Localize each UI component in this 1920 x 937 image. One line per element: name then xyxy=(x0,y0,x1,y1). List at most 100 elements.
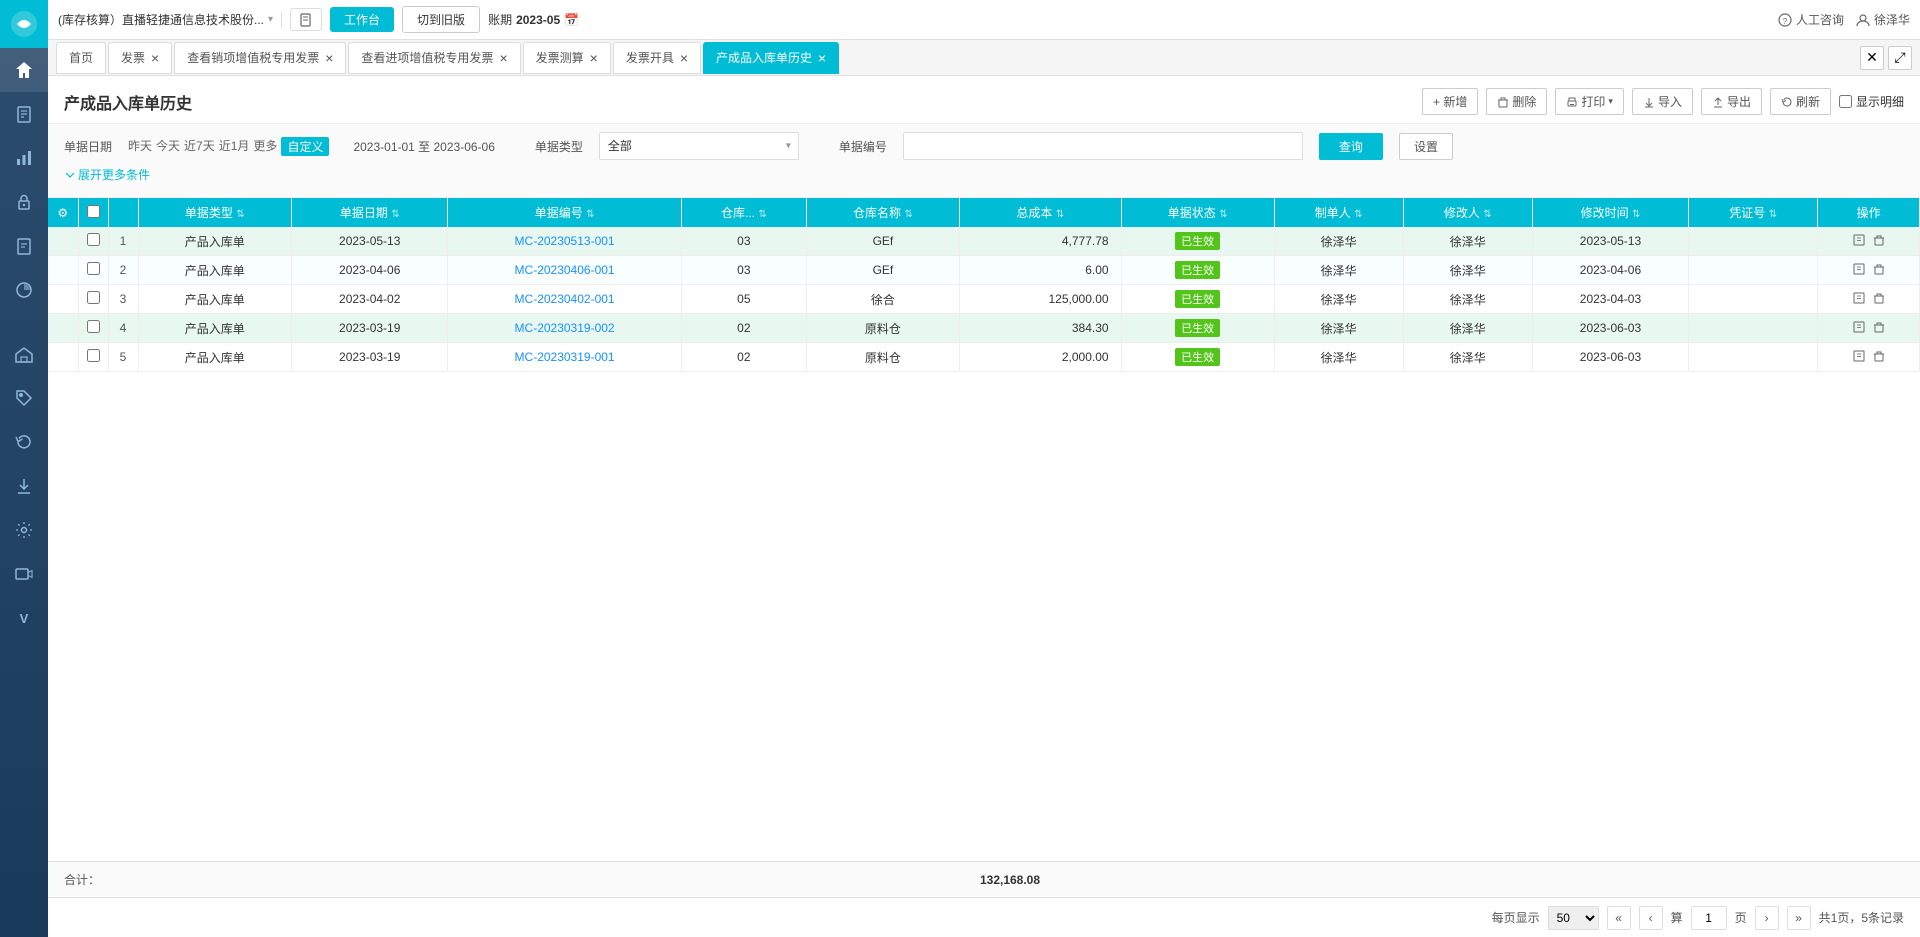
shortcut-7days[interactable]: 近7天 xyxy=(184,137,215,156)
workbench-button[interactable]: 工作台 xyxy=(330,7,394,32)
cell-number-3[interactable]: MC-20230319-002 xyxy=(448,314,681,343)
show-detail-checkbox[interactable] xyxy=(1839,95,1852,108)
calendar-icon[interactable]: 📅 xyxy=(564,13,579,27)
cell-number-2[interactable]: MC-20230402-001 xyxy=(448,285,681,314)
tab-invoice[interactable]: 发票 × xyxy=(108,42,172,74)
cell-number-1[interactable]: MC-20230406-001 xyxy=(448,256,681,285)
link-number-3[interactable]: MC-20230319-002 xyxy=(515,321,615,335)
print-button[interactable]: 打印 ▾ xyxy=(1555,88,1624,115)
row-edit-icon-2[interactable] xyxy=(1852,291,1866,308)
row-checkbox-1[interactable] xyxy=(87,262,100,275)
show-detail-checkbox-label[interactable]: 显示明细 xyxy=(1839,93,1904,110)
app-logo[interactable] xyxy=(0,0,48,48)
col-settings[interactable]: ⚙ xyxy=(48,198,78,227)
row-delete-icon-3[interactable] xyxy=(1872,320,1886,337)
new-button[interactable]: + 新增 xyxy=(1422,88,1478,115)
document-icon-btn[interactable] xyxy=(290,8,322,31)
sidebar-item-analytics[interactable] xyxy=(0,136,48,180)
tab-invoice-close[interactable]: × xyxy=(151,51,159,65)
link-number-0[interactable]: MC-20230513-001 xyxy=(515,234,615,248)
page-first-button[interactable]: « xyxy=(1607,906,1631,930)
shortcut-custom[interactable]: 自定义 xyxy=(281,137,329,156)
cell-checkbox-0[interactable] xyxy=(78,227,108,256)
sidebar-item-chart[interactable] xyxy=(0,268,48,312)
sidebar-item-home[interactable] xyxy=(0,48,48,92)
tab-invoice-calc[interactable]: 发票测算 × xyxy=(523,42,611,74)
shortcut-1month[interactable]: 近1月 xyxy=(219,137,250,156)
col-voucher[interactable]: 凭证号 ⇅ xyxy=(1689,198,1818,227)
sidebar-item-video[interactable] xyxy=(0,552,48,596)
sidebar-item-warehouse[interactable] xyxy=(0,332,48,376)
tab-invoice-open-close[interactable]: × xyxy=(680,51,688,65)
cell-checkbox-4[interactable] xyxy=(78,343,108,372)
tab-close-all-button[interactable]: ✕ xyxy=(1860,46,1884,70)
row-delete-icon-4[interactable] xyxy=(1872,349,1886,366)
tab-product-inbound-history[interactable]: 产成品入库单历史 × xyxy=(703,42,839,74)
col-total-cost[interactable]: 总成本 ⇅ xyxy=(959,198,1121,227)
num-filter-input[interactable] xyxy=(903,132,1303,160)
row-edit-icon-1[interactable] xyxy=(1852,262,1866,279)
help-button[interactable]: ? 人工咨询 xyxy=(1778,11,1844,28)
select-all-checkbox[interactable] xyxy=(87,205,100,218)
cell-checkbox-2[interactable] xyxy=(78,285,108,314)
row-checkbox-4[interactable] xyxy=(87,349,100,362)
sidebar-item-document[interactable] xyxy=(0,224,48,268)
shortcut-today[interactable]: 今天 xyxy=(156,137,180,156)
tab-expand-button[interactable]: ⤢ xyxy=(1888,46,1912,70)
tab-product-inbound-history-close[interactable]: × xyxy=(818,51,826,65)
row-delete-icon-0[interactable] xyxy=(1872,233,1886,250)
row-edit-icon-3[interactable] xyxy=(1852,320,1866,337)
col-number[interactable]: 单据编号 ⇅ xyxy=(448,198,681,227)
expand-conditions-button[interactable]: 展开更多条件 xyxy=(64,166,150,183)
row-delete-icon-2[interactable] xyxy=(1872,291,1886,308)
page-next-button[interactable]: › xyxy=(1755,906,1779,930)
link-number-2[interactable]: MC-20230402-001 xyxy=(515,292,615,306)
sidebar-item-download[interactable] xyxy=(0,464,48,508)
print-dropdown-icon[interactable]: ▾ xyxy=(1608,96,1613,107)
row-checkbox-3[interactable] xyxy=(87,320,100,333)
page-input[interactable] xyxy=(1691,906,1727,930)
tab-check-purchase-vat[interactable]: 查看进项增值税专用发票 × xyxy=(348,42,520,74)
sidebar-item-version[interactable]: V xyxy=(0,596,48,640)
shortcut-yesterday[interactable]: 昨天 xyxy=(128,137,152,156)
row-edit-icon-0[interactable] xyxy=(1852,233,1866,250)
sidebar-item-invoice[interactable] xyxy=(0,92,48,136)
sidebar-item-tag[interactable] xyxy=(0,376,48,420)
delete-button[interactable]: 删除 xyxy=(1486,88,1547,115)
row-delete-icon-1[interactable] xyxy=(1872,262,1886,279)
import-button[interactable]: 导入 xyxy=(1632,88,1693,115)
tab-check-sales-vat[interactable]: 查看销项增值税专用发票 × xyxy=(174,42,346,74)
page-prev-button[interactable]: ‹ xyxy=(1639,906,1663,930)
shortcut-more[interactable]: 更多 xyxy=(253,137,277,156)
user-avatar[interactable]: 徐泽华 xyxy=(1856,11,1910,28)
tab-home[interactable]: 首页 xyxy=(56,42,106,74)
tab-check-sales-vat-close[interactable]: × xyxy=(325,51,333,65)
back-to-old-button[interactable]: 切到旧版 xyxy=(402,6,480,33)
link-number-4[interactable]: MC-20230319-001 xyxy=(515,350,615,364)
col-type[interactable]: 单据类型 ⇅ xyxy=(138,198,292,227)
cell-checkbox-1[interactable] xyxy=(78,256,108,285)
col-date[interactable]: 单据日期 ⇅ xyxy=(292,198,448,227)
tab-invoice-calc-close[interactable]: × xyxy=(590,51,598,65)
col-warehouse-name[interactable]: 仓库名称 ⇅ xyxy=(806,198,959,227)
sidebar-item-lock[interactable] xyxy=(0,180,48,224)
col-modifier[interactable]: 修改人 ⇅ xyxy=(1403,198,1532,227)
cell-number-0[interactable]: MC-20230513-001 xyxy=(448,227,681,256)
sidebar-item-refresh[interactable] xyxy=(0,420,48,464)
link-number-1[interactable]: MC-20230406-001 xyxy=(515,263,615,277)
col-status[interactable]: 单据状态 ⇅ xyxy=(1121,198,1274,227)
col-creator[interactable]: 制单人 ⇅ xyxy=(1274,198,1403,227)
tab-invoice-open[interactable]: 发票开具 × xyxy=(613,42,701,74)
export-button[interactable]: 导出 xyxy=(1701,88,1762,115)
cell-checkbox-3[interactable] xyxy=(78,314,108,343)
refresh-button[interactable]: 刷新 xyxy=(1770,88,1831,115)
tab-check-purchase-vat-close[interactable]: × xyxy=(499,51,507,65)
col-warehouse-code[interactable]: 仓库... ⇅ xyxy=(681,198,806,227)
set-button[interactable]: 设置 xyxy=(1399,133,1453,160)
row-edit-icon-4[interactable] xyxy=(1852,349,1866,366)
col-modify-time[interactable]: 修改时间 ⇅ xyxy=(1532,198,1688,227)
row-checkbox-2[interactable] xyxy=(87,291,100,304)
cell-number-4[interactable]: MC-20230319-001 xyxy=(448,343,681,372)
row-checkbox-0[interactable] xyxy=(87,233,100,246)
per-page-select[interactable]: 20 50 100 xyxy=(1548,906,1599,930)
